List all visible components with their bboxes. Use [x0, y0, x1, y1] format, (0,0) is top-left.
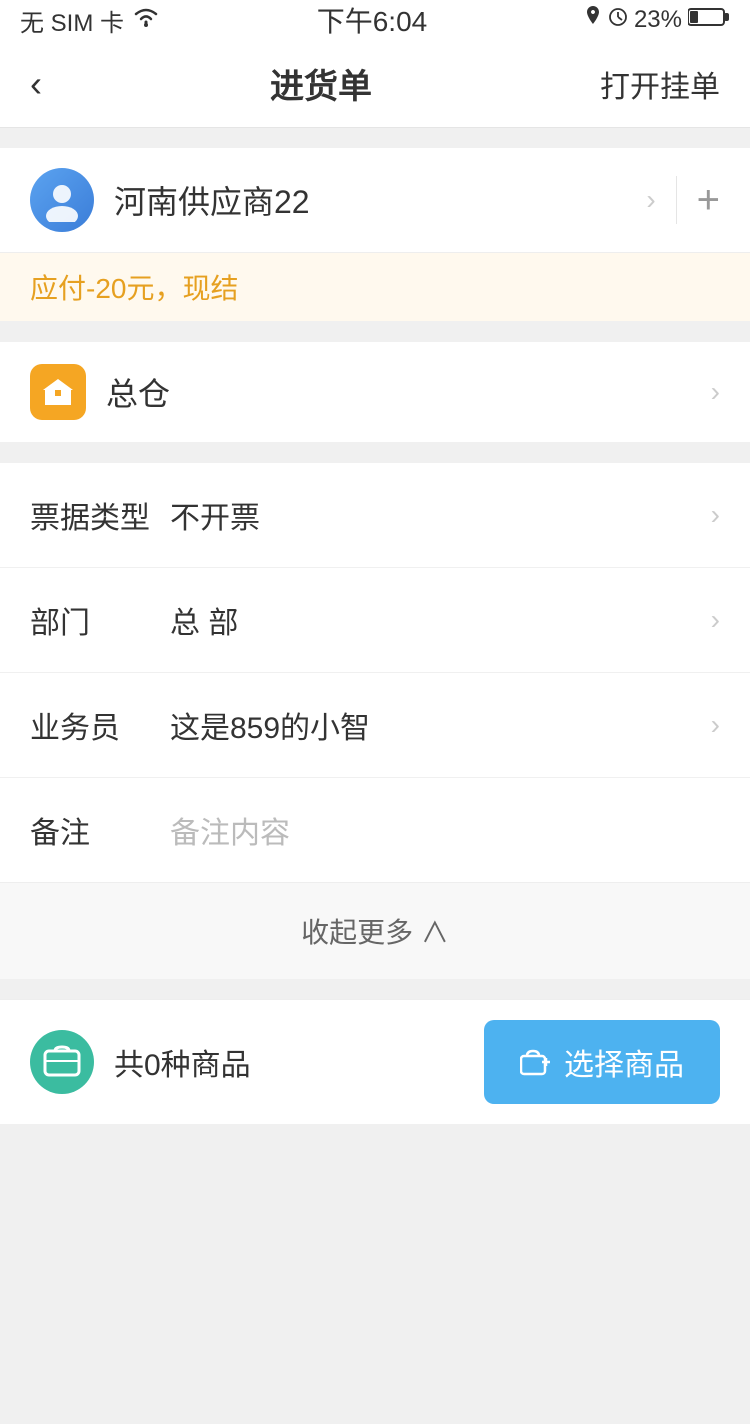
section-divider-3 — [0, 442, 750, 462]
invoice-type-value: 不开票 — [170, 493, 711, 537]
section-divider-4 — [0, 979, 750, 999]
back-button[interactable]: ‹ — [30, 63, 42, 105]
supplier-chevron-icon: › — [646, 184, 655, 216]
supplier-row[interactable]: 河南供应商22 › + — [0, 148, 750, 253]
remark-placeholder[interactable]: 备注内容 — [170, 808, 720, 852]
alert-text: 应付-20元，现结 — [30, 273, 238, 304]
location-icon — [584, 6, 602, 35]
salesperson-value: 这是859的小智 — [170, 703, 711, 747]
product-icon — [30, 1030, 94, 1094]
remark-row[interactable]: 备注 备注内容 — [0, 777, 750, 882]
page-title: 进货单 — [270, 59, 372, 108]
warehouse-section: 总仓 › — [0, 341, 750, 442]
product-count: 共0种商品 — [114, 1040, 464, 1084]
salesperson-row[interactable]: 业务员 这是859的小智 › — [0, 672, 750, 777]
department-label: 部门 — [30, 598, 170, 642]
supplier-name: 河南供应商22 — [114, 177, 646, 223]
department-value: 总 部 — [170, 598, 711, 642]
status-bar: 无 SIM 卡 下午6:04 23% — [0, 0, 750, 40]
alert-row: 应付-20元，现结 — [0, 253, 750, 321]
department-row[interactable]: 部门 总 部 › — [0, 567, 750, 672]
select-btn-label: 选择商品 — [564, 1040, 684, 1084]
nav-bar: ‹ 进货单 打开挂单 — [0, 40, 750, 128]
status-time: 下午6:04 — [317, 0, 428, 40]
invoice-type-label: 票据类型 — [30, 493, 170, 537]
clock-icon — [608, 6, 628, 34]
collapse-text: 收起更多 ∧ — [301, 917, 449, 948]
remark-label: 备注 — [30, 808, 170, 852]
battery-percent: 23% — [634, 6, 682, 34]
invoice-type-row[interactable]: 票据类型 不开票 › — [0, 462, 750, 567]
salesperson-label: 业务员 — [30, 703, 170, 747]
warehouse-icon — [30, 364, 86, 420]
status-left: 无 SIM 卡 — [20, 3, 160, 38]
supplier-avatar — [30, 168, 94, 232]
status-right: 23% — [584, 6, 730, 35]
invoice-chevron-icon: › — [711, 499, 720, 531]
warehouse-chevron-icon: › — [711, 376, 720, 408]
department-chevron-icon: › — [711, 604, 720, 636]
page-background — [0, 1124, 750, 1424]
supplier-section: 河南供应商22 › + 应付-20元，现结 — [0, 148, 750, 321]
section-divider-2 — [0, 321, 750, 341]
warehouse-name: 总仓 — [106, 369, 711, 415]
vertical-divider — [676, 176, 677, 224]
select-product-button[interactable]: 选择商品 — [484, 1020, 720, 1104]
form-section: 票据类型 不开票 › 部门 总 部 › 业务员 这是859的小智 › 备注 备注… — [0, 462, 750, 882]
salesperson-chevron-icon: › — [711, 709, 720, 741]
open-pending-button[interactable]: 打开挂单 — [600, 62, 720, 106]
bottom-bar: 共0种商品 选择商品 — [0, 999, 750, 1124]
warehouse-row[interactable]: 总仓 › — [0, 341, 750, 442]
wifi-icon — [132, 6, 160, 35]
section-divider-1 — [0, 128, 750, 148]
sim-text: 无 SIM 卡 — [20, 3, 124, 38]
collapse-row[interactable]: 收起更多 ∧ — [0, 882, 750, 979]
battery-icon — [688, 6, 730, 34]
add-supplier-button[interactable]: + — [697, 178, 720, 223]
